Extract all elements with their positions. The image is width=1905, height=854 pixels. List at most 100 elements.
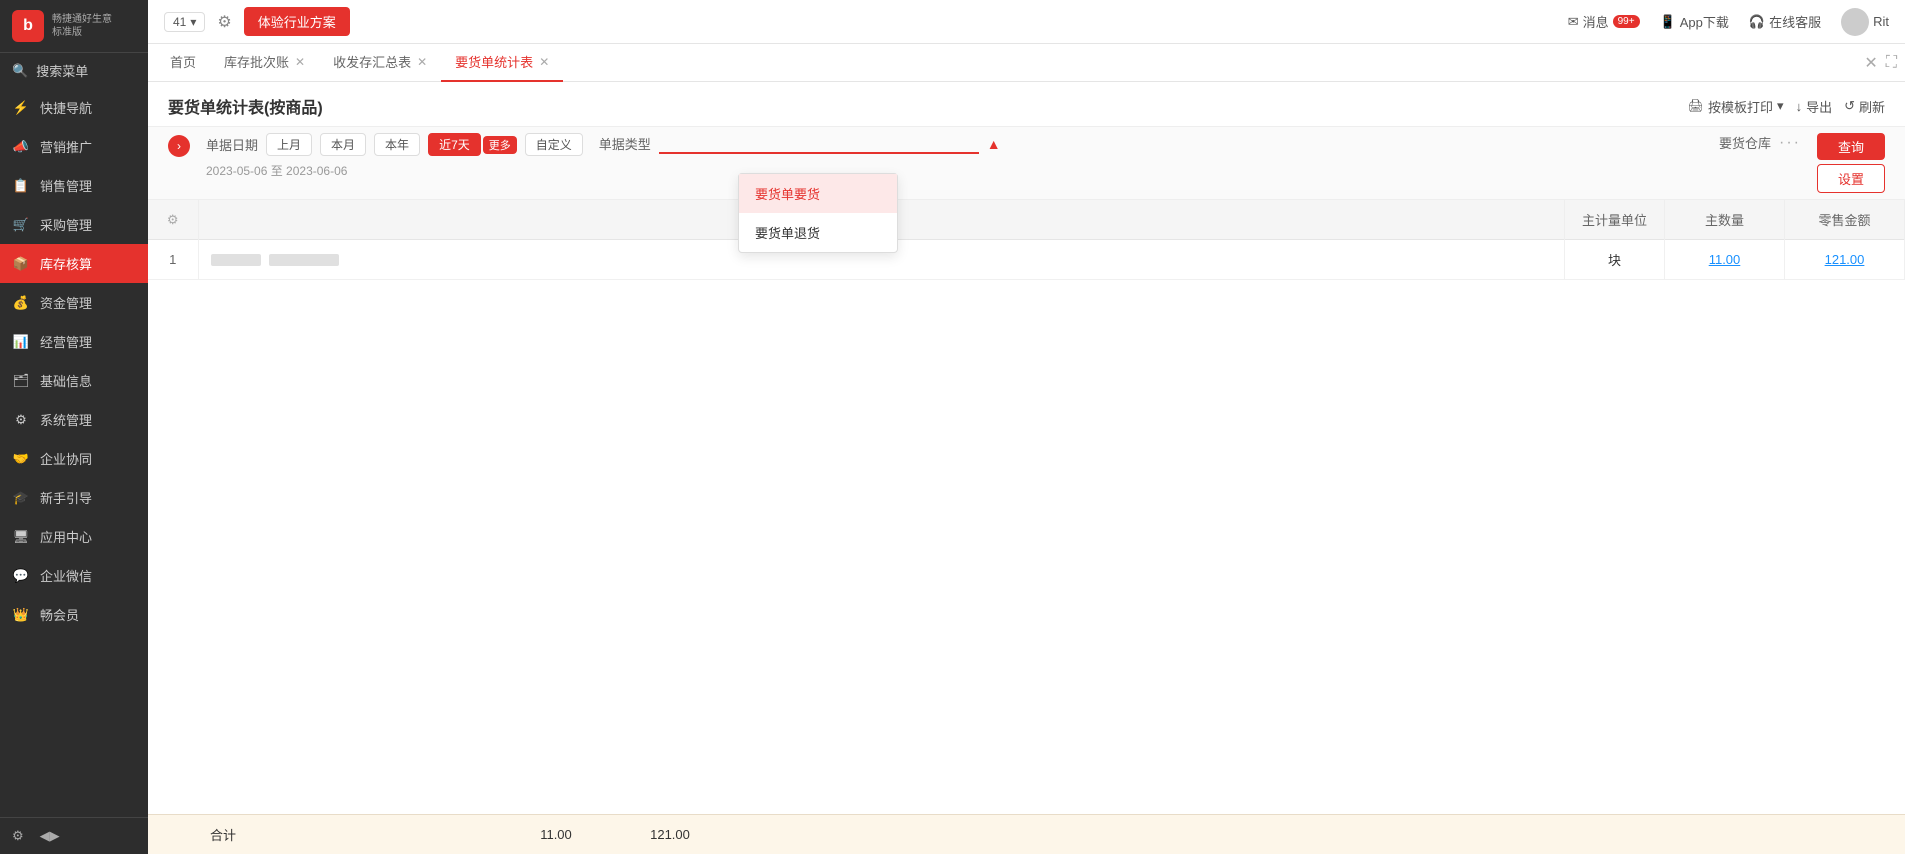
account-selector[interactable]: 41 ▾: [164, 12, 205, 32]
col-header-amount: 零售金额: [1785, 200, 1905, 240]
more-badge[interactable]: 更多: [483, 136, 517, 154]
tab-close-batch-account[interactable]: ✕: [295, 55, 305, 69]
sidebar-item-marketing[interactable]: 📣 营销推广: [0, 127, 148, 166]
sidebar-nav: ⚡ 快捷导航 📣 营销推广 📋 销售管理 🛒 采购管理 📦 库存核算 💰 资金管…: [0, 88, 148, 817]
refresh-icon: ↺: [1844, 98, 1855, 114]
footer-qty: 11.00: [490, 827, 610, 842]
enterprise-icon: 🤝: [12, 450, 30, 468]
filter-this-month[interactable]: 本月: [320, 133, 366, 156]
footer-label: 合计: [210, 825, 390, 844]
table-settings-icon[interactable]: ⚙: [160, 212, 186, 228]
cell-amount: 121.00: [1785, 240, 1905, 280]
page-header: 要货单统计表(按商品) 🖨 按模板打印 ▾ ↓ 导出 ↺ 刷新: [148, 82, 1905, 126]
warehouse-filter-dots[interactable]: ···: [1779, 134, 1801, 152]
page-title: 要货单统计表(按商品): [168, 94, 323, 118]
quick-nav-icon: ⚡: [12, 99, 30, 117]
tab-home[interactable]: 首页: [156, 44, 210, 82]
sidebar-bottom: ⚙ ◀▶: [0, 817, 148, 854]
sidebar-item-sales[interactable]: 📋 销售管理: [0, 166, 148, 205]
filter-date-range: 2023-05-06 至 2023-06-06: [206, 162, 583, 179]
filter-last7days[interactable]: 近7天: [428, 133, 481, 156]
cell-unit: 块: [1565, 240, 1665, 280]
filter-last-month[interactable]: 上月: [266, 133, 312, 156]
logo-text: 畅捷通好生意 标准版: [52, 13, 112, 39]
message-item[interactable]: ✉ 消息 99+: [1568, 12, 1640, 31]
sidebar-item-quick-nav[interactable]: ⚡ 快捷导航: [0, 88, 148, 127]
sidebar-item-system[interactable]: ⚙ 系统管理: [0, 400, 148, 439]
sidebar: b 畅捷通好生意 标准版 🔍 搜索菜单 ⚡ 快捷导航 📣 营销推广 📋 销售管理…: [0, 0, 148, 854]
dropdown-item-order-goods[interactable]: 要货单要货: [739, 174, 897, 213]
main-area: 41 ▾ ⚙ 体验行业方案 ✉ 消息 99+ 📱 App下载 🎧 在线客服 R: [148, 0, 1905, 854]
refresh-btn[interactable]: ↺ 刷新: [1844, 97, 1885, 116]
sidebar-item-finance[interactable]: 💰 资金管理: [0, 283, 148, 322]
type-dropdown: 要货单要货 要货单退货: [738, 173, 898, 253]
sidebar-search[interactable]: 🔍 搜索菜单: [0, 53, 148, 88]
filter-date-row: 单据日期 上月 本月 本年 近7天 更多 自定义: [206, 133, 583, 156]
sidebar-item-enterprise[interactable]: 🤝 企业协同: [0, 439, 148, 478]
sidebar-item-inventory[interactable]: 📦 库存核算: [0, 244, 148, 283]
guide-icon: 🎓: [12, 489, 30, 507]
topbar-gear-icon[interactable]: ⚙: [217, 12, 231, 32]
top-bar: 41 ▾ ⚙ 体验行业方案 ✉ 消息 99+ 📱 App下载 🎧 在线客服 R: [148, 0, 1905, 44]
sidebar-logo: b 畅捷通好生意 标准版: [0, 0, 148, 53]
goods-bar-1: [211, 254, 261, 266]
trial-button[interactable]: 体验行业方案: [244, 7, 350, 36]
tab-order-stats[interactable]: 要货单统计表 ✕: [441, 44, 563, 82]
export-btn[interactable]: ↓ 导出: [1796, 97, 1833, 116]
tab-close-order-stats[interactable]: ✕: [539, 55, 549, 69]
system-icon: ⚙: [12, 411, 30, 429]
purchase-icon: 🛒: [12, 216, 30, 234]
page-content: 要货单统计表(按商品) 🖨 按模板打印 ▾ ↓ 导出 ↺ 刷新 ›: [148, 82, 1905, 854]
user-avatar-item[interactable]: Rit: [1841, 8, 1889, 36]
tab-bar: 首页 库存批次账 ✕ 收发存汇总表 ✕ 要货单统计表 ✕ ✕ ⛶: [148, 44, 1905, 82]
tab-shipment-summary[interactable]: 收发存汇总表 ✕: [319, 44, 441, 82]
sidebar-item-operation[interactable]: 📊 经营管理: [0, 322, 148, 361]
cell-qty: 11.00: [1665, 240, 1785, 280]
print-template-btn[interactable]: 🖨 按模板打印 ▾: [1688, 97, 1784, 116]
filter-type-section: 单据类型 ▲ 要货单要货 要货单退货: [599, 133, 1703, 154]
chevron-print-icon: ▾: [1777, 98, 1784, 114]
tab-expand-icon[interactable]: ⛶: [1886, 54, 1897, 72]
app-download-item[interactable]: 📱 App下载: [1660, 12, 1729, 31]
chevron-down-icon: ▾: [190, 15, 196, 29]
filter-actions-right: 查询 设置: [1817, 133, 1885, 193]
type-filter-chevron-up[interactable]: ▲: [987, 136, 1001, 152]
top-bar-left: 41 ▾ ⚙ 体验行业方案: [164, 7, 350, 36]
sidebar-item-purchase[interactable]: 🛒 采购管理: [0, 205, 148, 244]
sidebar-item-guide[interactable]: 🎓 新手引导: [0, 478, 148, 517]
sales-icon: 📋: [12, 177, 30, 195]
type-filter-input[interactable]: [659, 133, 979, 154]
sidebar-item-member[interactable]: 👑 畅会员: [0, 595, 148, 634]
filter-bar: › 单据日期 上月 本月 本年 近7天 更多 自定义 2023-05-06 至 …: [148, 126, 1905, 200]
sidebar-item-base-info[interactable]: 🗂 基础信息: [0, 361, 148, 400]
col-header-settings: ⚙: [148, 200, 198, 240]
filter-settings-button[interactable]: 设置: [1817, 164, 1885, 193]
tab-close-all-icon[interactable]: ✕: [1864, 53, 1877, 73]
tab-batch-account[interactable]: 库存批次账 ✕: [210, 44, 319, 82]
app-download-icon: 📱: [1660, 14, 1676, 30]
col-header-unit: 主计量单位: [1565, 200, 1665, 240]
page-header-actions: 🖨 按模板打印 ▾ ↓ 导出 ↺ 刷新: [1688, 97, 1886, 116]
sidebar-item-weixin[interactable]: 💬 企业微信: [0, 556, 148, 595]
cell-seq: 1: [148, 240, 198, 280]
logo-icon: b: [12, 10, 44, 42]
filter-custom[interactable]: 自定义: [525, 133, 583, 156]
app-center-icon: 🖥: [12, 528, 30, 546]
sidebar-item-app-center[interactable]: 🖥 应用中心: [0, 517, 148, 556]
footer-amount: 121.00: [610, 827, 730, 842]
filter-last7days-group: 近7天 更多: [428, 133, 517, 156]
filter-this-year[interactable]: 本年: [374, 133, 420, 156]
search-icon: 🔍: [12, 63, 28, 79]
sidebar-settings-icon[interactable]: ⚙: [12, 828, 24, 844]
online-service-item[interactable]: 🎧 在线客服: [1749, 12, 1821, 31]
query-button[interactable]: 查询: [1817, 133, 1885, 160]
operation-icon: 📊: [12, 333, 30, 351]
sidebar-collapse-icon[interactable]: ◀▶: [40, 828, 60, 844]
filter-date-group: 单据日期 上月 本月 本年 近7天 更多 自定义 2023-05-06 至 20…: [206, 133, 583, 179]
finance-icon: 💰: [12, 294, 30, 312]
base-info-icon: 🗂: [12, 372, 30, 390]
tab-close-shipment[interactable]: ✕: [417, 55, 427, 69]
filter-expand-button[interactable]: ›: [168, 135, 190, 157]
dropdown-item-order-return[interactable]: 要货单退货: [739, 213, 897, 252]
col-header-qty: 主数量: [1665, 200, 1785, 240]
